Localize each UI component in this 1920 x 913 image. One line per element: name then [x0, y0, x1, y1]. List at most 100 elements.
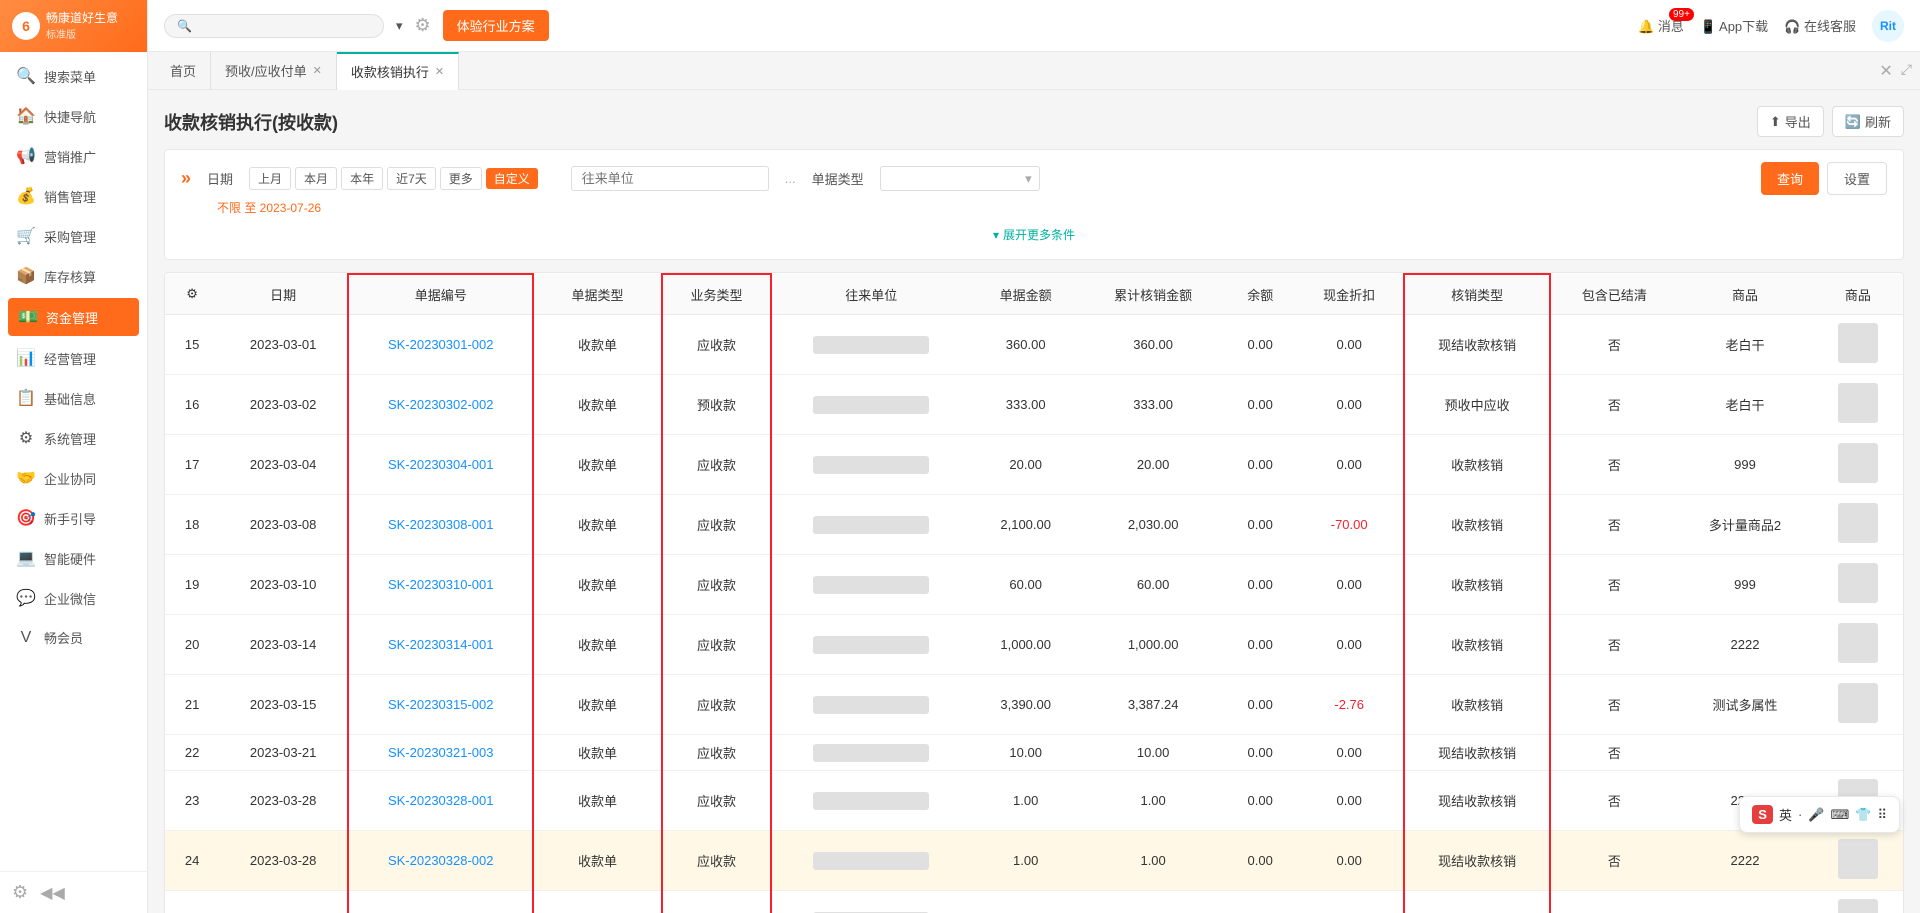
bill-no-link[interactable]: SK-20230321-003 — [388, 745, 494, 760]
cell-verify-type: 收款核销 — [1404, 495, 1551, 555]
tab-verification[interactable]: 收款核销执行 ✕ — [337, 52, 459, 90]
col-verify-type: 核销类型 — [1404, 274, 1551, 315]
bill-no-link[interactable]: SK-20230328-002 — [388, 853, 494, 868]
sidebar-item-search[interactable]: 🔍 搜索菜单 — [0, 56, 147, 96]
date-range-display: 不限 至 2023-07-26 — [217, 201, 321, 215]
tab-home[interactable]: 首页 — [156, 52, 211, 90]
date-btn-custom[interactable]: 自定义 — [486, 168, 538, 189]
bill-no-link[interactable]: SK-20230302-002 — [388, 397, 494, 412]
cell-bill-no: SK-20230331-002 — [348, 891, 533, 913]
query-button[interactable]: 查询 — [1761, 162, 1819, 195]
table-scroll[interactable]: ⚙ 日期 单据编号 单据类型 业务类型 往来单位 单据金额 累计核销金额 余额 … — [165, 273, 1903, 913]
cell-amount: 2,100.00 — [970, 495, 1081, 555]
cell-num: 23 — [165, 771, 219, 831]
bill-no-link[interactable]: SK-20230315-002 — [388, 697, 494, 712]
date-btn-this-month[interactable]: 本月 — [295, 167, 337, 190]
sidebar-item-marketing[interactable]: 📢 营销推广 — [0, 136, 147, 176]
bill-no-link[interactable]: SK-20230301-002 — [388, 337, 494, 352]
mic-icon[interactable]: 🎤 — [1808, 807, 1824, 823]
logo-icon: 6 — [12, 12, 40, 40]
sidebar-item-inventory[interactable]: 📦 库存核算 — [0, 256, 147, 296]
sidebar-item-basic[interactable]: 📋 基础信息 — [0, 378, 147, 418]
sidebar-item-hardware[interactable]: 💻 智能硬件 — [0, 538, 147, 578]
date-btn-this-year[interactable]: 本年 — [341, 167, 383, 190]
date-btn-7days[interactable]: 近7天 — [387, 167, 436, 190]
sidebar-item-guide[interactable]: 🎯 新手引导 — [0, 498, 147, 538]
cell-balance: 0.00 — [1225, 495, 1295, 555]
bill-no-link[interactable]: SK-20230308-001 — [388, 517, 494, 532]
topbar-dropdown[interactable]: ▾ — [396, 18, 403, 34]
sidebar-item-enterprise[interactable]: 🤝 企业协同 — [0, 458, 147, 498]
cell-included: 否 — [1550, 615, 1677, 675]
basic-icon: 📋 — [16, 388, 36, 408]
date-btn-last-month[interactable]: 上月 — [249, 167, 291, 190]
cell-date: 2023-03-28 — [219, 771, 348, 831]
col-included: 包含已结清 — [1550, 274, 1677, 315]
export-button[interactable]: ⬆ 导出 — [1757, 106, 1824, 137]
voucher-type-select[interactable] — [880, 166, 1040, 191]
settings-icon[interactable]: ⚙ — [12, 882, 28, 903]
close-tab-icon[interactable]: ✕ — [1879, 61, 1892, 81]
bill-no-link[interactable]: SK-20230304-001 — [388, 457, 494, 472]
sidebar-item-label: 系统管理 — [44, 429, 96, 448]
cell-biz-type: 应收款 — [662, 555, 772, 615]
sidebar-item-wechat[interactable]: 💬 企业微信 — [0, 578, 147, 618]
user-avatar[interactable]: Rit — [1872, 10, 1904, 42]
sidebar-item-system[interactable]: ⚙ 系统管理 — [0, 418, 147, 458]
sidebar-item-quicknav[interactable]: 🏠 快捷导航 — [0, 96, 147, 136]
cell-product1: 999 — [1677, 435, 1813, 495]
cell-verify-type: 现结收款核销 — [1404, 831, 1551, 891]
sidebar-item-sales[interactable]: 💰 销售管理 — [0, 176, 147, 216]
app-download-link[interactable]: 📱 App下载 — [1700, 16, 1768, 35]
sidebar-item-label: 企业协同 — [44, 469, 96, 488]
expand-button[interactable]: ▾ 展开更多条件 — [989, 222, 1079, 247]
cell-biz-type: 预收款 — [662, 375, 772, 435]
online-service-link[interactable]: 🎧 在线客服 — [1784, 16, 1856, 35]
cell-verified: 1,000.00 — [1081, 615, 1225, 675]
page-content: 收款核销执行(按收款) ⬆ 导出 🔄 刷新 » 日期 上月 本月 — [148, 90, 1920, 913]
col-date: 日期 — [219, 274, 348, 315]
cell-date: 2023-03-14 — [219, 615, 348, 675]
grid-icon[interactable]: ⠿ — [1877, 807, 1887, 823]
date-btn-more[interactable]: 更多 — [440, 167, 482, 190]
maximize-icon[interactable]: ⤢ — [1901, 61, 1912, 81]
topbar-search[interactable]: 🔍 — [164, 14, 384, 38]
cell-partner: ████████ — [771, 435, 970, 495]
notification-area[interactable]: 🔔 消息 99+ — [1638, 16, 1684, 35]
cell-bill-no: SK-20230314-001 — [348, 615, 533, 675]
table-row: 23 2023-03-28 SK-20230328-001 收款单 应收款 ██… — [165, 771, 1903, 831]
solution-button[interactable]: 体验行业方案 — [443, 10, 549, 41]
app-name: 畅康道好生意 — [46, 11, 118, 27]
bill-no-link[interactable]: SK-20230314-001 — [388, 637, 494, 652]
tab-receivable[interactable]: 预收/应收付单 ✕ — [211, 52, 337, 90]
bill-no-link[interactable]: SK-20230328-001 — [388, 793, 494, 808]
tab-label: 首页 — [170, 61, 196, 80]
sidebar-item-finance[interactable]: 💵 资金管理 — [8, 298, 139, 336]
cell-date: 2023-03-04 — [219, 435, 348, 495]
tab-close-icon[interactable]: ✕ — [435, 65, 444, 78]
tab-close-icon[interactable]: ✕ — [313, 64, 322, 77]
cell-bill-type: 收款单 — [533, 735, 661, 771]
expand-toggle[interactable]: » — [181, 168, 191, 189]
sidebar-item-purchase[interactable]: 🛒 采购管理 — [0, 216, 147, 256]
keyboard-icon[interactable]: ⌨ — [1831, 807, 1850, 823]
sidebar-item-label: 基础信息 — [44, 389, 96, 408]
col-gear[interactable]: ⚙ — [165, 274, 219, 315]
cell-verified: 3,387.24 — [1081, 675, 1225, 735]
gear-button[interactable]: ⚙ — [415, 15, 431, 36]
settings-button[interactable]: 设置 — [1827, 162, 1887, 195]
operations-icon: 📊 — [16, 348, 36, 368]
sidebar-item-member[interactable]: V 畅会员 — [0, 618, 147, 657]
bill-no-link[interactable]: SK-20230310-001 — [388, 577, 494, 592]
partner-input[interactable] — [571, 166, 769, 191]
table-row: 17 2023-03-04 SK-20230304-001 收款单 应收款 ██… — [165, 435, 1903, 495]
shirt-icon[interactable]: 👕 — [1855, 807, 1871, 823]
refresh-button[interactable]: 🔄 刷新 — [1832, 106, 1904, 137]
table-row: 16 2023-03-02 SK-20230302-002 收款单 预收款 ██… — [165, 375, 1903, 435]
cell-product1: 老白干 — [1677, 375, 1813, 435]
collapse-icon[interactable]: ◀◀ — [40, 883, 65, 903]
sidebar-item-operations[interactable]: 📊 经营管理 — [0, 338, 147, 378]
home-icon: 🏠 — [16, 106, 36, 126]
partner-dots[interactable]: ... — [785, 171, 796, 186]
cell-discount: -70.00 — [1295, 495, 1403, 555]
